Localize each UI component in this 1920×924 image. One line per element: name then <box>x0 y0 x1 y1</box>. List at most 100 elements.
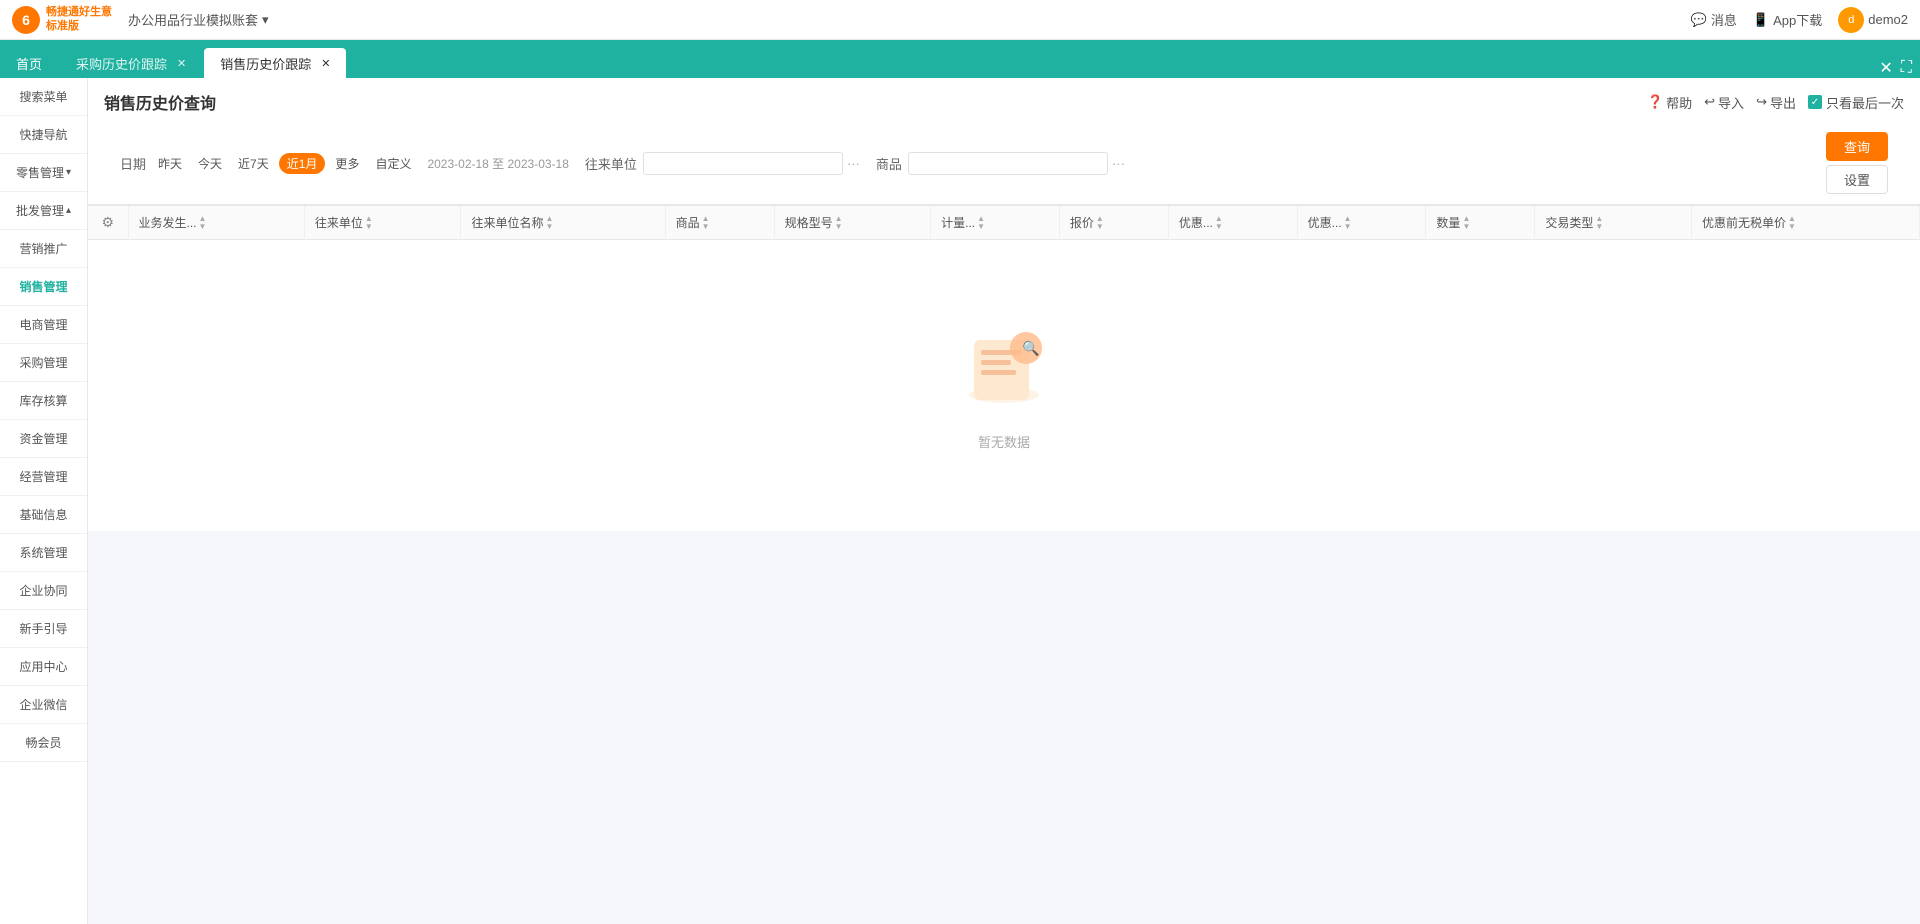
sort-arrows: ▲▼ <box>1462 215 1470 231</box>
date-btn-yesterday[interactable]: 昨天 <box>152 153 188 174</box>
query-button[interactable]: 查询 <box>1826 132 1888 161</box>
sidebar-item-quicknav[interactable]: 快捷导航 <box>0 116 87 154</box>
user-menu[interactable]: d demo2 <box>1838 7 1908 33</box>
col-quantity: 数量 ▲▼ <box>1426 206 1535 240</box>
logo-icon: 6 <box>12 6 40 34</box>
logo-text: 畅捷通好生意 标准版 <box>46 6 112 32</box>
tab-purchase-history[interactable]: 采购历史价跟踪 ✕ <box>60 48 202 78</box>
sidebar-item-wechat[interactable]: 企业微信 <box>0 686 87 724</box>
sort-arrows: ▲▼ <box>1096 215 1104 231</box>
export-button[interactable]: ↪ 导出 <box>1756 93 1796 112</box>
main-area: 搜索菜单 快捷导航 零售管理 ▾ 批发管理 ▴ 营销推广 销售管理 电商管理 采 <box>0 78 1920 924</box>
message-button[interactable]: 💬 消息 <box>1691 10 1737 29</box>
sidebar-item-member[interactable]: 畅会员 <box>0 724 87 762</box>
settings-icon[interactable]: ⚙ <box>101 214 114 230</box>
sort-arrows: ▲▼ <box>199 215 207 231</box>
date-btn-today[interactable]: 今天 <box>192 153 228 174</box>
date-btn-1month[interactable]: 近1月 <box>279 153 326 174</box>
col-discount1: 优惠... ▲▼ <box>1168 206 1297 240</box>
sidebar-item-finance[interactable]: 资金管理 <box>0 420 87 458</box>
date-range: 2023-02-18 至 2023-03-18 <box>427 155 568 172</box>
sidebar-item-search[interactable]: 搜索菜单 <box>0 78 87 116</box>
import-button[interactable]: ↩ 导入 <box>1704 93 1744 112</box>
empty-icon: 🔍 <box>954 320 1054 420</box>
chevron-down-icon: ▾ <box>262 12 269 28</box>
app-selector[interactable]: 办公用品行业模拟账套 ▾ <box>120 10 277 29</box>
filter-bar: 日期 昨天 今天 近7天 近1月 更多 自定义 2023-02-18 至 202… <box>104 124 1904 204</box>
date-btn-more[interactable]: 更多 <box>329 153 365 174</box>
col-pre-tax-price: 优惠前无税单价 ▲▼ <box>1691 206 1919 240</box>
col-product: 商品 ▲▼ <box>665 206 774 240</box>
logo-area: 6 畅捷通好生意 标准版 <box>12 6 112 34</box>
export-icon: ↪ <box>1756 94 1767 110</box>
sort-arrows: ▲▼ <box>1344 215 1352 231</box>
svg-text:🔍: 🔍 <box>1022 339 1039 357</box>
partner-input-wrapper: ··· <box>643 152 860 175</box>
tab-close-sales[interactable]: ✕ <box>321 57 330 70</box>
page-title: 销售历史价查询 <box>104 90 216 114</box>
chevron-down-icon: ▾ <box>66 167 71 178</box>
sidebar-item-inventory[interactable]: 库存核算 <box>0 382 87 420</box>
partner-filter-group: 往来单位 ··· <box>585 152 860 175</box>
sort-arrows: ▲▼ <box>545 215 553 231</box>
sort-arrows: ▲▼ <box>365 215 373 231</box>
sidebar-item-system[interactable]: 系统管理 <box>0 534 87 572</box>
sort-arrows: ▲▼ <box>702 215 710 231</box>
import-icon: ↩ <box>1704 94 1715 110</box>
settings-button[interactable]: 设置 <box>1826 165 1888 194</box>
date-btn-custom[interactable]: 自定义 <box>369 153 417 174</box>
product-input-wrapper: ··· <box>908 152 1125 175</box>
product-filter-group: 商品 ··· <box>876 152 1125 175</box>
date-buttons: 昨天 今天 近7天 近1月 更多 自定义 <box>152 153 417 174</box>
partner-dots[interactable]: ··· <box>847 156 860 171</box>
help-button[interactable]: ❓ 帮助 <box>1647 93 1692 112</box>
product-label: 商品 <box>876 154 902 173</box>
page-title-row: 销售历史价查询 ❓ 帮助 ↩ 导入 ↪ 导出 ✓ <box>104 90 1904 114</box>
sidebar-item-ecommerce[interactable]: 电商管理 <box>0 306 87 344</box>
sidebar-item-apps[interactable]: 应用中心 <box>0 648 87 686</box>
sidebar-item-purchase[interactable]: 采购管理 <box>0 344 87 382</box>
sidebar-item-basic[interactable]: 基础信息 <box>0 496 87 534</box>
maximize-button[interactable]: ⛶ <box>1901 59 1912 77</box>
col-settings: ⚙ <box>88 206 128 240</box>
tab-sales-history[interactable]: 销售历史价跟踪 ✕ <box>204 48 346 78</box>
col-spec: 规格型号 ▲▼ <box>774 206 931 240</box>
partner-input[interactable] <box>643 152 843 175</box>
table-header-row: ⚙ 业务发生... ▲▼ 往来单位 <box>88 206 1920 240</box>
sidebar-item-marketing[interactable]: 营销推广 <box>0 230 87 268</box>
sidebar-item-enterprise[interactable]: 企业协同 <box>0 572 87 610</box>
chevron-up-icon: ▴ <box>66 205 71 216</box>
close-all-tabs-button[interactable]: ✕ <box>1879 58 1892 78</box>
sidebar-item-wholesale[interactable]: 批发管理 ▴ <box>0 192 87 230</box>
filter-actions: 查询 设置 <box>1826 132 1888 194</box>
col-partner: 往来单位 ▲▼ <box>304 206 461 240</box>
sidebar-item-operations[interactable]: 经营管理 <box>0 458 87 496</box>
col-discount2: 优惠... ▲▼ <box>1297 206 1426 240</box>
sidebar-item-label: 搜索菜单 <box>19 90 67 104</box>
date-filter-group: 日期 昨天 今天 近7天 近1月 更多 自定义 2023-02-18 至 202… <box>120 153 569 174</box>
sidebar-item-retail[interactable]: 零售管理 ▾ <box>0 154 87 192</box>
page-header: 销售历史价查询 ❓ 帮助 ↩ 导入 ↪ 导出 ✓ <box>88 78 1920 205</box>
only-last-checkbox[interactable]: ✓ 只看最后一次 <box>1808 93 1904 112</box>
product-dots[interactable]: ··· <box>1112 156 1125 171</box>
sort-arrows: ▲▼ <box>1788 215 1796 231</box>
top-bar-left: 6 畅捷通好生意 标准版 办公用品行业模拟账套 ▾ <box>12 6 277 34</box>
sort-arrows: ▲▼ <box>1215 215 1223 231</box>
avatar: d <box>1838 7 1864 33</box>
top-bar: 6 畅捷通好生意 标准版 办公用品行业模拟账套 ▾ 💬 消息 📱 App下载 d… <box>0 0 1920 40</box>
partner-label: 往来单位 <box>585 154 637 173</box>
col-unit: 计量... ▲▼ <box>931 206 1060 240</box>
col-biz-date: 业务发生... ▲▼ <box>128 206 304 240</box>
sort-arrows: ▲▼ <box>835 215 843 231</box>
sidebar-item-sales[interactable]: 销售管理 <box>0 268 87 306</box>
sort-arrows: ▲▼ <box>977 215 985 231</box>
app-download-button[interactable]: 📱 App下载 <box>1753 10 1822 29</box>
tab-close-purchase[interactable]: ✕ <box>177 57 186 70</box>
sidebar-item-label: 快捷导航 <box>19 128 67 142</box>
sidebar-item-guide[interactable]: 新手引导 <box>0 610 87 648</box>
date-btn-7days[interactable]: 近7天 <box>232 153 275 174</box>
page-actions: ❓ 帮助 ↩ 导入 ↪ 导出 ✓ 只看最后一次 <box>1647 93 1904 112</box>
product-input[interactable] <box>908 152 1108 175</box>
tab-home[interactable]: 首页 <box>0 48 58 78</box>
col-partner-name: 往来单位名称 ▲▼ <box>461 206 665 240</box>
